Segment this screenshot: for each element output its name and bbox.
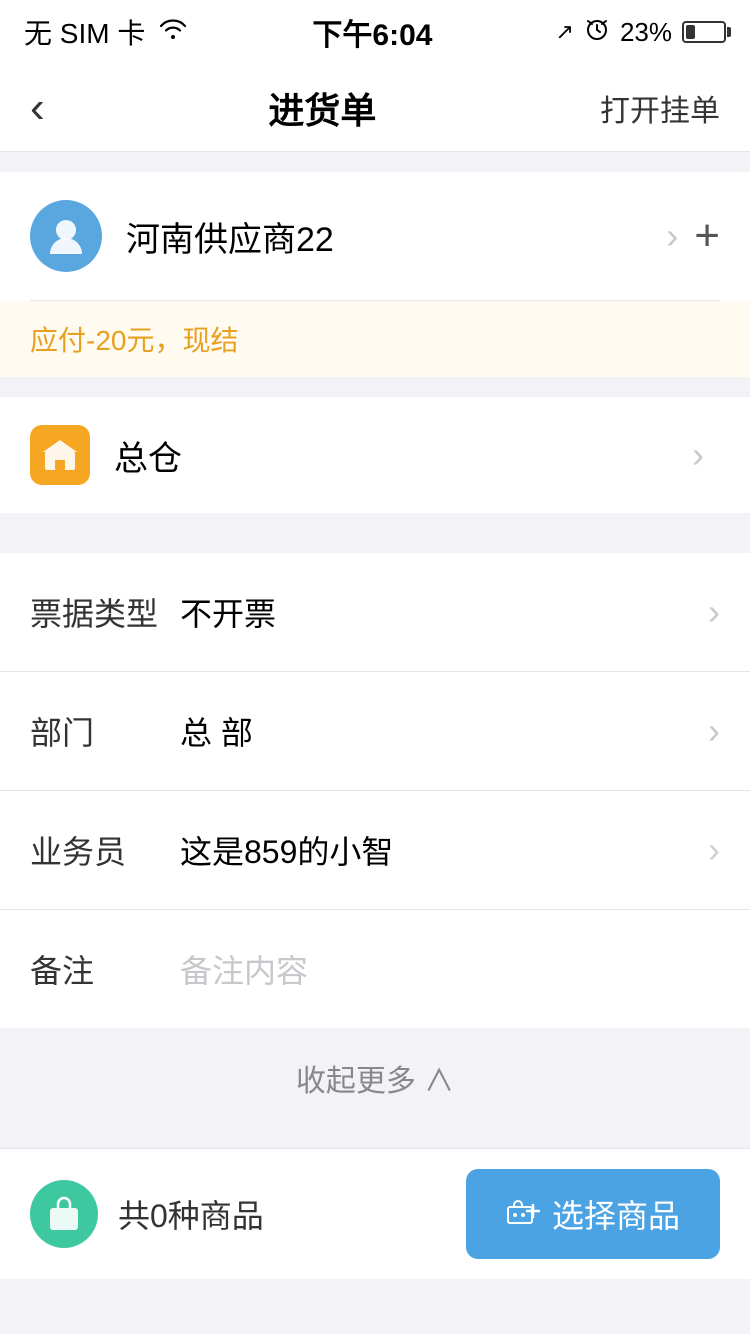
remark-row[interactable]: 备注 备注内容 [0, 910, 750, 1028]
warehouse-icon-badge [30, 425, 90, 485]
open-pending-button[interactable]: 打开挂单 [600, 86, 720, 130]
warehouse-row[interactable]: 总仓 › [0, 397, 750, 513]
select-product-button[interactable]: 选择商品 [466, 1169, 720, 1259]
form-divider [0, 513, 750, 533]
salesperson-chevron-icon: › [708, 829, 720, 871]
invoice-type-value: 不开票 [170, 589, 708, 635]
department-chevron-icon: › [708, 710, 720, 752]
form-section: 票据类型 不开票 › 部门 总 部 › 业务员 这是859的小智 › 备注 备注… [0, 553, 750, 1028]
wifi-icon [157, 17, 189, 48]
remark-placeholder: 备注内容 [170, 946, 720, 992]
supplier-name: 河南供应商22 [126, 212, 666, 261]
status-time: 下午6:04 [312, 10, 432, 54]
product-count-label: 共0种商品 [118, 1191, 466, 1237]
add-supplier-button[interactable]: + [694, 214, 720, 258]
supplier-chevron-icon: › [666, 215, 678, 257]
battery-percent: 23% [620, 17, 672, 48]
location-icon: ↗ [556, 19, 574, 45]
bottom-divider [0, 1128, 750, 1148]
status-right: ↗ 23% [556, 16, 726, 49]
bottom-bar: 共0种商品 选择商品 [0, 1148, 750, 1279]
notice-text: 应付-20元，现结 [30, 325, 238, 356]
sim-label: 无 SIM 卡 [24, 12, 145, 52]
select-cart-icon [506, 1199, 540, 1229]
supplier-card: 河南供应商22 › + 应付-20元，现结 [0, 172, 750, 377]
status-bar: 无 SIM 卡 下午6:04 ↗ 23% [0, 0, 750, 64]
collapse-button[interactable]: 收起更多 ∧ [0, 1028, 750, 1128]
remark-label: 备注 [30, 946, 170, 992]
department-row[interactable]: 部门 总 部 › [0, 672, 750, 791]
collapse-label: 收起更多 ∧ [296, 1056, 454, 1100]
warehouse-card: 总仓 › [0, 397, 750, 513]
invoice-type-chevron-icon: › [708, 591, 720, 633]
salesperson-row[interactable]: 业务员 这是859的小智 › [0, 791, 750, 910]
notice-banner: 应付-20元，现结 [0, 301, 750, 377]
warehouse-name: 总仓 [114, 431, 692, 480]
invoice-type-label: 票据类型 [30, 589, 170, 635]
product-icon-badge [30, 1180, 98, 1248]
status-left: 无 SIM 卡 [24, 12, 189, 52]
supplier-row[interactable]: 河南供应商22 › + [0, 172, 750, 300]
alarm-icon [584, 16, 610, 49]
back-button[interactable]: ‹ [30, 86, 45, 130]
supplier-avatar [30, 200, 102, 272]
department-value: 总 部 [170, 708, 708, 754]
page-title: 进货单 [268, 82, 376, 134]
department-label: 部门 [30, 708, 170, 754]
salesperson-label: 业务员 [30, 827, 170, 873]
select-product-label: 选择商品 [552, 1191, 680, 1237]
invoice-type-row[interactable]: 票据类型 不开票 › [0, 553, 750, 672]
top-divider [0, 152, 750, 172]
salesperson-value: 这是859的小智 [170, 827, 708, 873]
nav-bar: ‹ 进货单 打开挂单 [0, 64, 750, 152]
warehouse-chevron-icon: › [692, 434, 704, 476]
battery-icon [682, 21, 726, 43]
warehouse-divider [0, 377, 750, 397]
